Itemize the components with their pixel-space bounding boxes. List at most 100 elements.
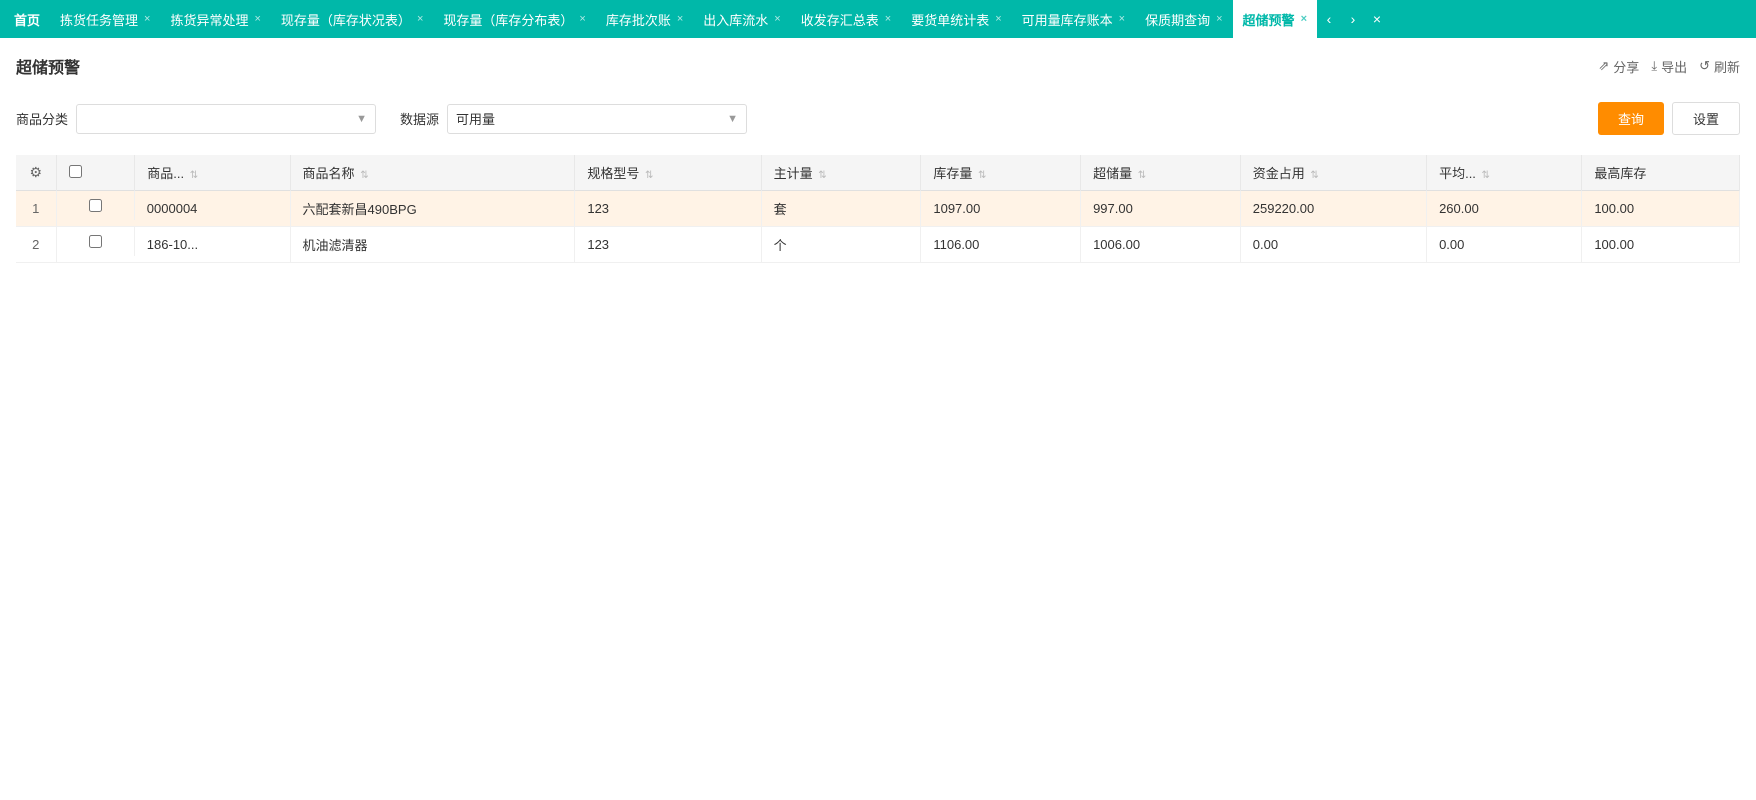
filter-buttons: 查询 设置 <box>1598 102 1740 135</box>
th-spec-sort-icon[interactable]: ⇅ <box>645 170 653 181</box>
datasource-arrow-icon: ▼ <box>727 113 738 125</box>
table-body: 1 0000004 六配套新昌490BPG 123 套 1097.00 997.… <box>16 191 1740 263</box>
th-product-name-label: 商品名称 <box>303 166 355 181</box>
cell-unit-1: 个 <box>761 227 921 263</box>
nav-tab-stock-batch-label: 库存批次账 <box>606 10 671 29</box>
cell-avg-1: 0.00 <box>1427 227 1582 263</box>
th-unit-sort-icon[interactable]: ⇅ <box>818 170 826 181</box>
cell-avg-0: 260.00 <box>1427 191 1582 227</box>
gear-icon[interactable]: ⚙ <box>29 164 42 181</box>
nav-tab-task-close[interactable]: × <box>144 13 150 25</box>
th-overstock: 超储量 ⇅ <box>1081 155 1241 191</box>
th-stock-sort-icon[interactable]: ⇅ <box>978 170 986 181</box>
nav-tab-overstock-warning[interactable]: 超储预警 × <box>1233 0 1317 38</box>
cell-checkbox-1 <box>57 227 135 256</box>
nav-tab-task[interactable]: 拣货任务管理 × <box>50 0 160 38</box>
filter-row: 商品分类 ▼ 数据源 可用量 ▼ 查询 设置 <box>16 94 1740 143</box>
nav-tab-exception-close[interactable]: × <box>254 13 260 25</box>
cell-product-code-1: 186-10... <box>135 227 290 263</box>
nav-tab-recv-summary-label: 收发存汇总表 <box>801 10 879 29</box>
th-capital-sort-icon[interactable]: ⇅ <box>1310 170 1318 181</box>
nav-next-arrow[interactable]: › <box>1341 0 1365 38</box>
th-capital-label: 资金占用 <box>1253 166 1305 181</box>
nav-tab-stock-batch[interactable]: 库存批次账 × <box>596 0 693 38</box>
select-all-checkbox[interactable] <box>69 165 82 178</box>
category-select[interactable]: ▼ <box>76 104 376 134</box>
th-overstock-label: 超储量 <box>1093 166 1132 181</box>
header-actions: ⇗ 分享 ⤓ 导出 ↺ 刷新 <box>1598 57 1740 76</box>
th-stock-label: 库存量 <box>933 166 972 181</box>
th-product-code-sort-icon[interactable]: ⇅ <box>190 170 198 181</box>
cell-checkbox-0 <box>57 191 135 220</box>
nav-tab-stock-dist-close[interactable]: × <box>579 13 585 25</box>
nav-tab-inout-flow[interactable]: 出入库流水 × <box>693 0 790 38</box>
th-product-name: 商品名称 ⇅ <box>290 155 575 191</box>
table-header-row: ⚙ 商品... ⇅ 商品名称 ⇅ 规格型号 ⇅ 主计量 <box>16 155 1740 191</box>
nav-tab-inout-flow-close[interactable]: × <box>774 13 780 25</box>
th-overstock-sort-icon[interactable]: ⇅ <box>1138 170 1146 181</box>
category-label: 商品分类 <box>16 109 68 128</box>
share-button[interactable]: ⇗ 分享 <box>1598 57 1639 76</box>
page-header: 超储预警 ⇗ 分享 ⤓ 导出 ↺ 刷新 <box>16 54 1740 78</box>
th-product-code: 商品... ⇅ <box>135 155 290 191</box>
nav-tab-stock-status[interactable]: 现存量（库存状况表） × <box>271 0 433 38</box>
th-avg-sort-icon[interactable]: ⇅ <box>1482 170 1490 181</box>
cell-stock-0: 1097.00 <box>921 191 1081 227</box>
cell-capital-0: 259220.00 <box>1240 191 1426 227</box>
th-gear: ⚙ <box>16 155 56 191</box>
nav-tab-available-stock-close[interactable]: × <box>1119 13 1125 25</box>
datasource-select[interactable]: 可用量 ▼ <box>447 104 747 134</box>
refresh-button[interactable]: ↺ 刷新 <box>1699 57 1740 76</box>
cell-overstock-1: 1006.00 <box>1081 227 1241 263</box>
top-nav: 首页 拣货任务管理 × 拣货异常处理 × 现存量（库存状况表） × 现存量（库存… <box>0 0 1756 38</box>
cell-product-code-0: 0000004 <box>135 191 290 227</box>
main-content: 超储预警 ⇗ 分享 ⤓ 导出 ↺ 刷新 商品分类 ▼ 数据源 <box>0 38 1756 800</box>
refresh-label: 刷新 <box>1714 57 1740 76</box>
nav-tab-order-stat-label: 要货单统计表 <box>911 10 989 29</box>
refresh-icon: ↺ <box>1699 58 1710 74</box>
nav-tab-stock-dist[interactable]: 现存量（库存分布表） × <box>433 0 595 38</box>
nav-tab-order-stat-close[interactable]: × <box>995 13 1001 25</box>
table-row: 2 186-10... 机油滤清器 123 个 1106.00 1006.00 … <box>16 227 1740 263</box>
row-checkbox-0[interactable] <box>89 199 102 212</box>
nav-tab-task-label: 拣货任务管理 <box>60 10 138 29</box>
export-button[interactable]: ⤓ 导出 <box>1651 57 1687 76</box>
nav-tab-overstock-warning-label: 超储预警 <box>1243 10 1295 29</box>
nav-tab-quality-check[interactable]: 保质期查询 × <box>1135 0 1232 38</box>
nav-tab-stock-batch-close[interactable]: × <box>677 13 683 25</box>
datasource-label: 数据源 <box>400 109 439 128</box>
nav-tab-stock-status-close[interactable]: × <box>417 13 423 25</box>
nav-tab-inout-flow-label: 出入库流水 <box>703 10 768 29</box>
th-avg: 平均... ⇅ <box>1427 155 1582 191</box>
nav-tab-order-stat[interactable]: 要货单统计表 × <box>901 0 1011 38</box>
query-button[interactable]: 查询 <box>1598 102 1664 135</box>
th-unit-label: 主计量 <box>774 166 813 181</box>
export-label: 导出 <box>1661 57 1687 76</box>
category-filter: 商品分类 ▼ <box>16 104 376 134</box>
nav-tab-recv-summary-close[interactable]: × <box>885 13 891 25</box>
row-checkbox-1[interactable] <box>89 235 102 248</box>
cell-capital-1: 0.00 <box>1240 227 1426 263</box>
page-title: 超储预警 <box>16 54 80 78</box>
category-arrow-icon: ▼ <box>356 113 367 125</box>
cell-spec-0: 123 <box>575 191 761 227</box>
th-stock: 库存量 ⇅ <box>921 155 1081 191</box>
nav-tab-recv-summary[interactable]: 收发存汇总表 × <box>791 0 901 38</box>
th-spec: 规格型号 ⇅ <box>575 155 761 191</box>
nav-tab-overstock-warning-close[interactable]: × <box>1301 13 1307 25</box>
share-label: 分享 <box>1613 57 1639 76</box>
nav-tab-exception[interactable]: 拣货异常处理 × <box>160 0 270 38</box>
nav-tab-home[interactable]: 首页 <box>4 0 50 38</box>
share-icon: ⇗ <box>1598 58 1609 74</box>
data-table: ⚙ 商品... ⇅ 商品名称 ⇅ 规格型号 ⇅ 主计量 <box>16 155 1740 263</box>
nav-more-arrow[interactable]: × <box>1365 0 1389 38</box>
nav-prev-arrow[interactable]: ‹ <box>1317 0 1341 38</box>
nav-tab-available-stock[interactable]: 可用量库存账本 × <box>1012 0 1135 38</box>
th-checkbox <box>56 155 135 191</box>
settings-button[interactable]: 设置 <box>1672 102 1740 135</box>
cell-stock-1: 1106.00 <box>921 227 1081 263</box>
th-product-name-sort-icon[interactable]: ⇅ <box>360 170 368 181</box>
th-unit: 主计量 ⇅ <box>761 155 921 191</box>
cell-product-name-1: 机油滤清器 <box>290 227 575 263</box>
nav-tab-quality-check-close[interactable]: × <box>1216 13 1222 25</box>
